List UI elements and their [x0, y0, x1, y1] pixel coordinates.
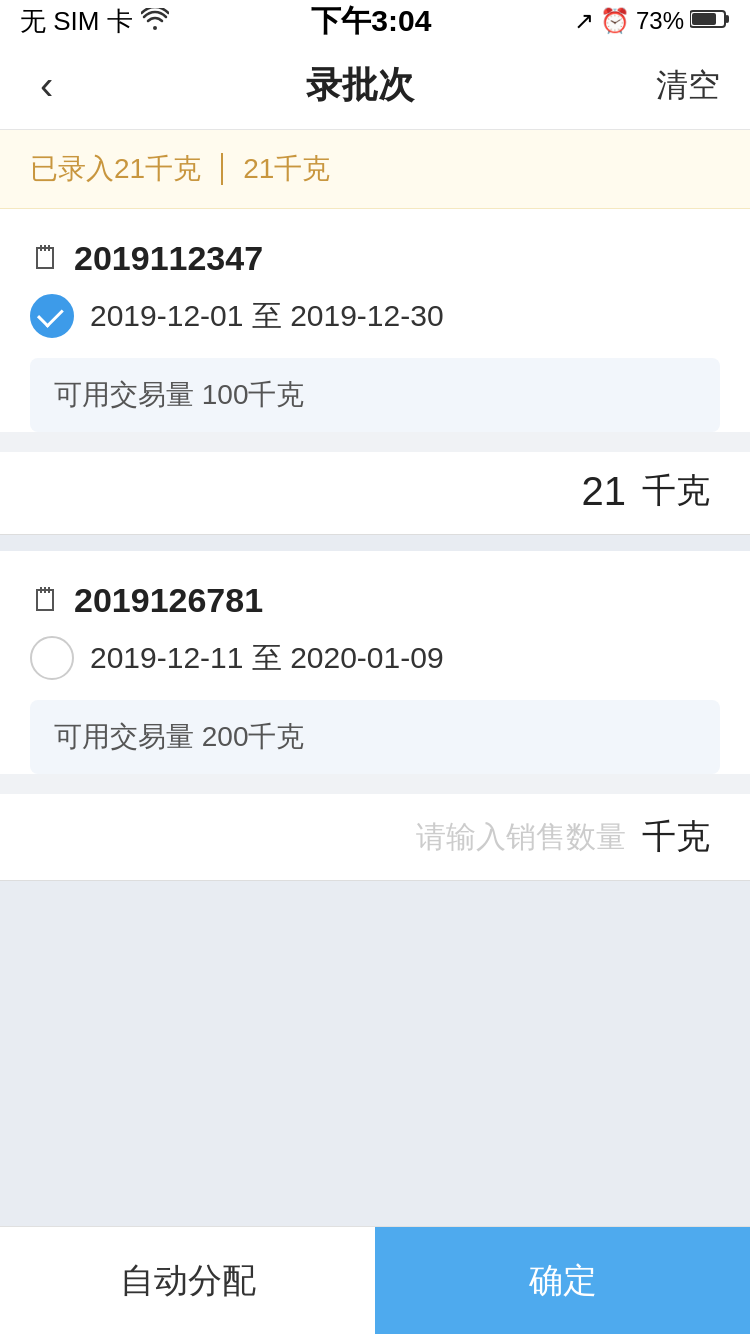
quantity-value-1: 21	[582, 469, 627, 514]
battery-label: 73%	[636, 7, 684, 35]
batch-card-2: 🗒 2019126781 2019-12-11 至 2020-01-09 可用交…	[0, 551, 750, 774]
batch-doc-icon-2: 🗒	[30, 582, 62, 619]
status-left: 无 SIM 卡	[20, 4, 169, 39]
quantity-input-2[interactable]	[30, 820, 626, 854]
batch-id-1: 2019112347	[74, 239, 263, 278]
batch-date-2: 2019-12-11 至 2020-01-09	[90, 638, 444, 679]
batch-header-1: 🗒 2019112347	[30, 239, 720, 278]
batch-availability-1: 可用交易量 100千克	[30, 358, 720, 432]
batch-availability-2: 可用交易量 200千克	[30, 700, 720, 774]
batch-doc-icon-1: 🗒	[30, 240, 62, 277]
back-button[interactable]: ‹	[30, 53, 63, 118]
clear-button[interactable]: 清空	[656, 64, 720, 108]
quantity-unit-2: 千克	[642, 814, 710, 860]
quantity-row-2: 千克	[0, 794, 750, 881]
batch-date-1: 2019-12-01 至 2019-12-30	[90, 296, 444, 337]
status-right: ↗ ⏰ 73%	[574, 7, 730, 35]
quantity-unit-1: 千克	[642, 468, 710, 514]
location-icon: ↗	[574, 7, 594, 35]
no-sim-label: 无 SIM 卡	[20, 4, 133, 39]
recorded-label: 已录入21千克	[30, 150, 201, 188]
batch-header-2: 🗒 2019126781	[30, 581, 720, 620]
nav-bar: ‹ 录批次 清空	[0, 42, 750, 130]
time-label: 下午3:04	[311, 1, 431, 42]
batch-row-2[interactable]: 2019-12-11 至 2020-01-09	[30, 636, 720, 680]
info-banner: 已录入21千克 21千克	[0, 130, 750, 209]
confirm-button[interactable]: 确定	[375, 1227, 750, 1334]
svg-rect-1	[725, 15, 729, 23]
quantity-row-1: 21 千克	[0, 452, 750, 535]
empty-spacer	[0, 881, 750, 1281]
batch-card-1: 🗒 2019112347 2019-12-01 至 2019-12-30 可用交…	[0, 209, 750, 432]
wifi-icon	[141, 6, 169, 37]
svg-rect-2	[692, 13, 716, 25]
radio-checked-1[interactable]	[30, 294, 74, 338]
separator-1	[0, 535, 750, 551]
page-title: 录批次	[306, 61, 414, 110]
banner-divider	[221, 153, 223, 185]
auto-distribute-button[interactable]: 自动分配	[0, 1227, 375, 1334]
batch-row-1[interactable]: 2019-12-01 至 2019-12-30	[30, 294, 720, 338]
bottom-bar: 自动分配 确定	[0, 1226, 750, 1334]
batch-id-2: 2019126781	[74, 581, 263, 620]
content-area: 🗒 2019112347 2019-12-01 至 2019-12-30 可用交…	[0, 209, 750, 1334]
status-bar: 无 SIM 卡 下午3:04 ↗ ⏰ 73%	[0, 0, 750, 42]
alarm-icon: ⏰	[600, 7, 630, 35]
recorded-value: 21千克	[243, 150, 330, 188]
radio-unchecked-2[interactable]	[30, 636, 74, 680]
battery-icon	[690, 7, 730, 35]
